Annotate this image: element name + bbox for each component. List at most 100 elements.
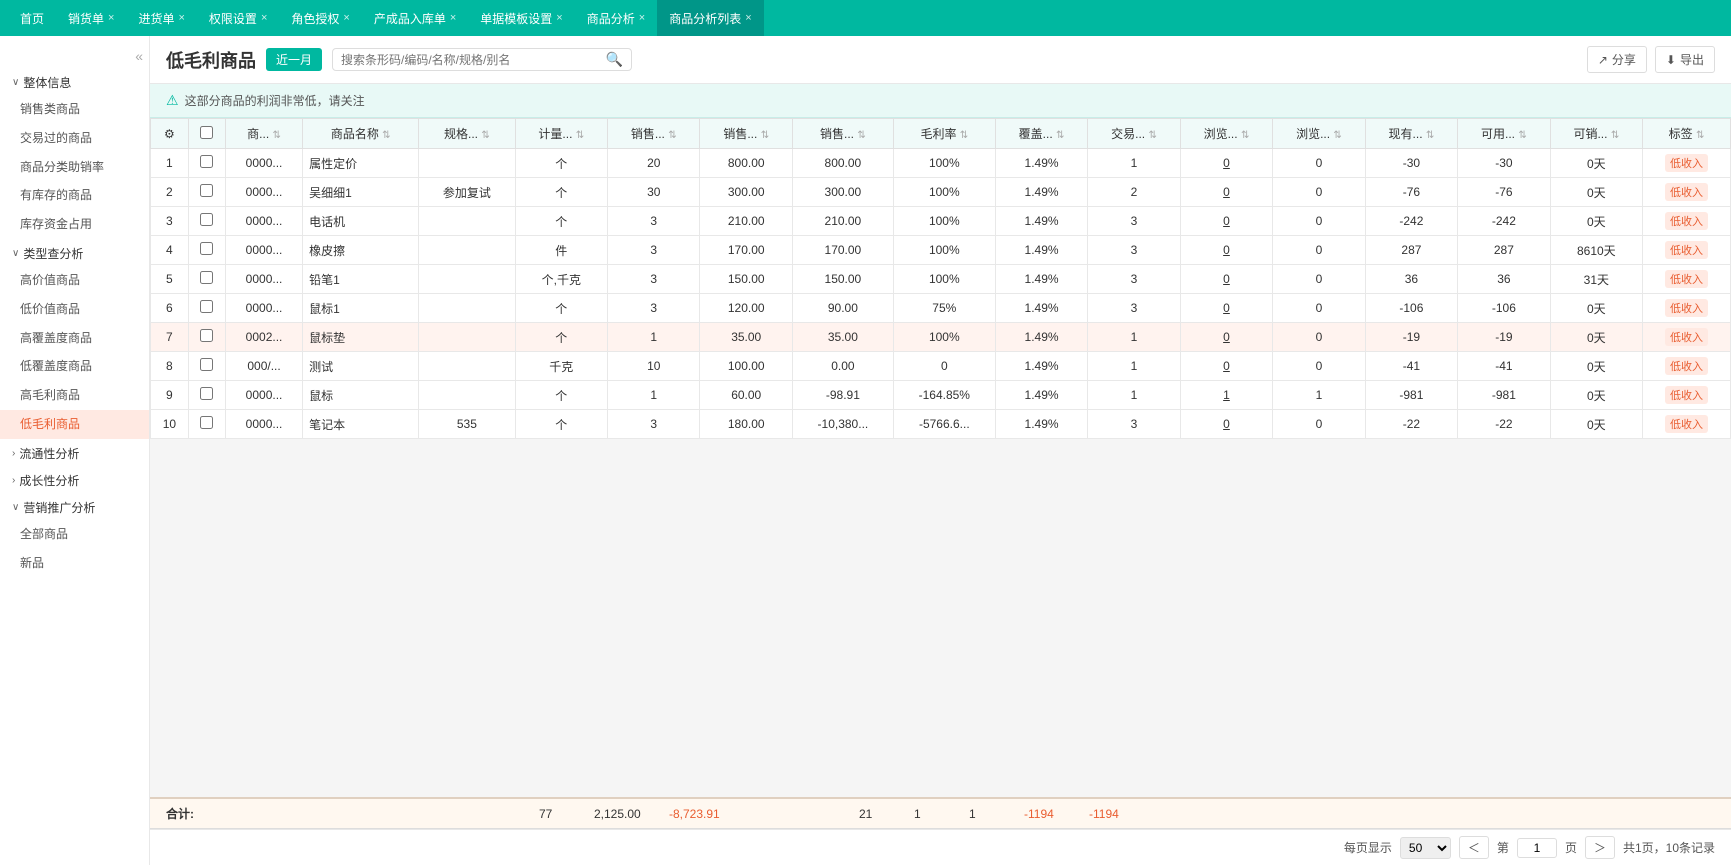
th-settings[interactable]: ⚙ — [151, 119, 189, 149]
sidebar-group-overall[interactable]: ∨ 整体信息 — [0, 68, 149, 95]
th-sale-qty[interactable]: 销售... ⇅ — [608, 119, 700, 149]
cell-available: -19 — [1458, 323, 1550, 352]
cell-name[interactable]: 铅笔1 — [303, 265, 419, 294]
th-sale-amount[interactable]: 销售... ⇅ — [792, 119, 893, 149]
cell-name[interactable]: 笔记本 — [303, 410, 419, 439]
row-checkbox[interactable] — [200, 213, 213, 226]
search-input[interactable] — [341, 53, 606, 67]
close-icon[interactable]: × — [178, 12, 184, 24]
nav-sales-order[interactable]: 销货单 × — [56, 0, 126, 36]
row-checkbox[interactable] — [200, 184, 213, 197]
search-icon[interactable]: 🔍 — [606, 51, 623, 68]
sidebar-item-low-margin[interactable]: 低毛利商品 — [0, 410, 149, 439]
page-size-select[interactable]: 50 100 200 — [1400, 837, 1451, 859]
th-view2[interactable]: 浏览... ⇅ — [1273, 119, 1365, 149]
view-link[interactable]: 0 — [1223, 272, 1230, 286]
row-checkbox[interactable] — [200, 329, 213, 342]
nav-role-auth[interactable]: 角色授权 × — [279, 0, 361, 36]
cell-view1: 0 — [1180, 207, 1272, 236]
close-icon[interactable]: × — [556, 12, 562, 24]
sidebar-group-growth[interactable]: › 成长性分析 — [0, 466, 149, 493]
close-icon[interactable]: × — [108, 12, 114, 24]
select-all-checkbox[interactable] — [200, 126, 213, 139]
th-coverage[interactable]: 覆盖... ⇅ — [995, 119, 1087, 149]
nav-product-analysis-list[interactable]: 商品分析列表 × — [657, 0, 763, 36]
sidebar-item-inventory-goods[interactable]: 有库存的商品 — [0, 181, 149, 210]
sidebar-item-traded-goods[interactable]: 交易过的商品 — [0, 124, 149, 153]
nav-permission-settings[interactable]: 权限设置 × — [197, 0, 279, 36]
sidebar-item-capital-occupation[interactable]: 库存资金占用 — [0, 210, 149, 239]
th-code[interactable]: 商... ⇅ — [225, 119, 302, 149]
view-link[interactable]: 0 — [1223, 243, 1230, 257]
export-button[interactable]: ⬇ 导出 — [1655, 46, 1715, 73]
sidebar-item-high-value[interactable]: 高价值商品 — [0, 266, 149, 295]
view-link[interactable]: 0 — [1223, 185, 1230, 199]
close-icon[interactable]: × — [639, 12, 645, 24]
sidebar-item-low-coverage[interactable]: 低覆盖度商品 — [0, 352, 149, 381]
th-sale-price[interactable]: 销售... ⇅ — [700, 119, 792, 149]
row-checkbox[interactable] — [200, 358, 213, 371]
th-unit[interactable]: 计量... ⇅ — [515, 119, 607, 149]
cell-name[interactable]: 鼠标垫 — [303, 323, 419, 352]
sidebar-item-sales-goods[interactable]: 销售类商品 — [0, 95, 149, 124]
close-icon[interactable]: × — [261, 12, 267, 24]
view-link[interactable]: 0 — [1223, 359, 1230, 373]
nav-template-settings[interactable]: 单据模板设置 × — [468, 0, 574, 36]
row-checkbox[interactable] — [200, 300, 213, 313]
nav-product-analysis[interactable]: 商品分析 × — [575, 0, 657, 36]
close-icon[interactable]: × — [343, 12, 349, 24]
th-view1[interactable]: 浏览... ⇅ — [1180, 119, 1272, 149]
nav-product-storage[interactable]: 产成品入库单 × — [362, 0, 468, 36]
sidebar-item-new-goods[interactable]: 新品 — [0, 549, 149, 578]
th-spec[interactable]: 规格... ⇅ — [419, 119, 515, 149]
cell-name[interactable]: 鼠标1 — [303, 294, 419, 323]
close-icon[interactable]: × — [450, 12, 456, 24]
th-gross-margin[interactable]: 毛利率 ⇅ — [893, 119, 995, 149]
view-link[interactable]: 0 — [1223, 214, 1230, 228]
cell-sale-amount: 0.00 — [792, 352, 893, 381]
prev-page-button[interactable]: ＜ — [1459, 836, 1489, 859]
th-transaction[interactable]: 交易... ⇅ — [1088, 119, 1180, 149]
table-row: 2 0000... 吴细细1 参加复试 个 30 300.00 300.00 1… — [151, 178, 1731, 207]
sidebar-item-high-margin[interactable]: 高毛利商品 — [0, 381, 149, 410]
next-page-button[interactable]: ＞ — [1585, 836, 1615, 859]
nav-home[interactable]: 首页 — [8, 0, 56, 36]
cell-name[interactable]: 橡皮擦 — [303, 236, 419, 265]
view-link[interactable]: 1 — [1223, 388, 1230, 402]
row-checkbox[interactable] — [200, 387, 213, 400]
cell-name[interactable]: 鼠标 — [303, 381, 419, 410]
close-icon[interactable]: × — [745, 12, 751, 24]
cell-name[interactable]: 电话机 — [303, 207, 419, 236]
row-checkbox[interactable] — [200, 242, 213, 255]
th-available[interactable]: 可用... ⇅ — [1458, 119, 1550, 149]
view-link[interactable]: 0 — [1223, 417, 1230, 431]
sidebar-item-high-coverage[interactable]: 高覆盖度商品 — [0, 324, 149, 353]
th-tag[interactable]: 标签 ⇅ — [1643, 119, 1731, 149]
cell-name[interactable]: 属性定价 — [303, 149, 419, 178]
sidebar-collapse-button[interactable]: « — [135, 48, 143, 64]
sidebar-item-low-value[interactable]: 低价值商品 — [0, 295, 149, 324]
view-link[interactable]: 0 — [1223, 301, 1230, 315]
sidebar-item-category-rate[interactable]: 商品分类助销率 — [0, 153, 149, 182]
period-button[interactable]: 近一月 — [266, 48, 322, 71]
row-checkbox[interactable] — [200, 271, 213, 284]
th-name[interactable]: 商品名称 ⇅ — [303, 119, 419, 149]
view-link[interactable]: 0 — [1223, 330, 1230, 344]
sidebar-group-marketing[interactable]: ∨ 营销推广分析 — [0, 493, 149, 520]
row-checkbox[interactable] — [200, 155, 213, 168]
cell-current-stock: -76 — [1365, 178, 1457, 207]
share-button[interactable]: ↗ 分享 — [1587, 46, 1647, 73]
cell-unit: 个 — [515, 410, 607, 439]
cell-name[interactable]: 吴细细1 — [303, 178, 419, 207]
sidebar-group-type-analysis[interactable]: ∨ 类型查分析 — [0, 239, 149, 266]
cell-name[interactable]: 测试 — [303, 352, 419, 381]
nav-purchase-order[interactable]: 进货单 × — [126, 0, 196, 36]
th-current-stock[interactable]: 现有... ⇅ — [1365, 119, 1457, 149]
view-link[interactable]: 0 — [1223, 156, 1230, 170]
sidebar-item-all-goods[interactable]: 全部商品 — [0, 520, 149, 549]
sidebar-group-circulation[interactable]: › 流通性分析 — [0, 439, 149, 466]
cell-checkbox — [188, 410, 225, 439]
row-checkbox[interactable] — [200, 416, 213, 429]
th-saleable-days[interactable]: 可销... ⇅ — [1550, 119, 1642, 149]
page-number-input[interactable] — [1517, 838, 1557, 858]
